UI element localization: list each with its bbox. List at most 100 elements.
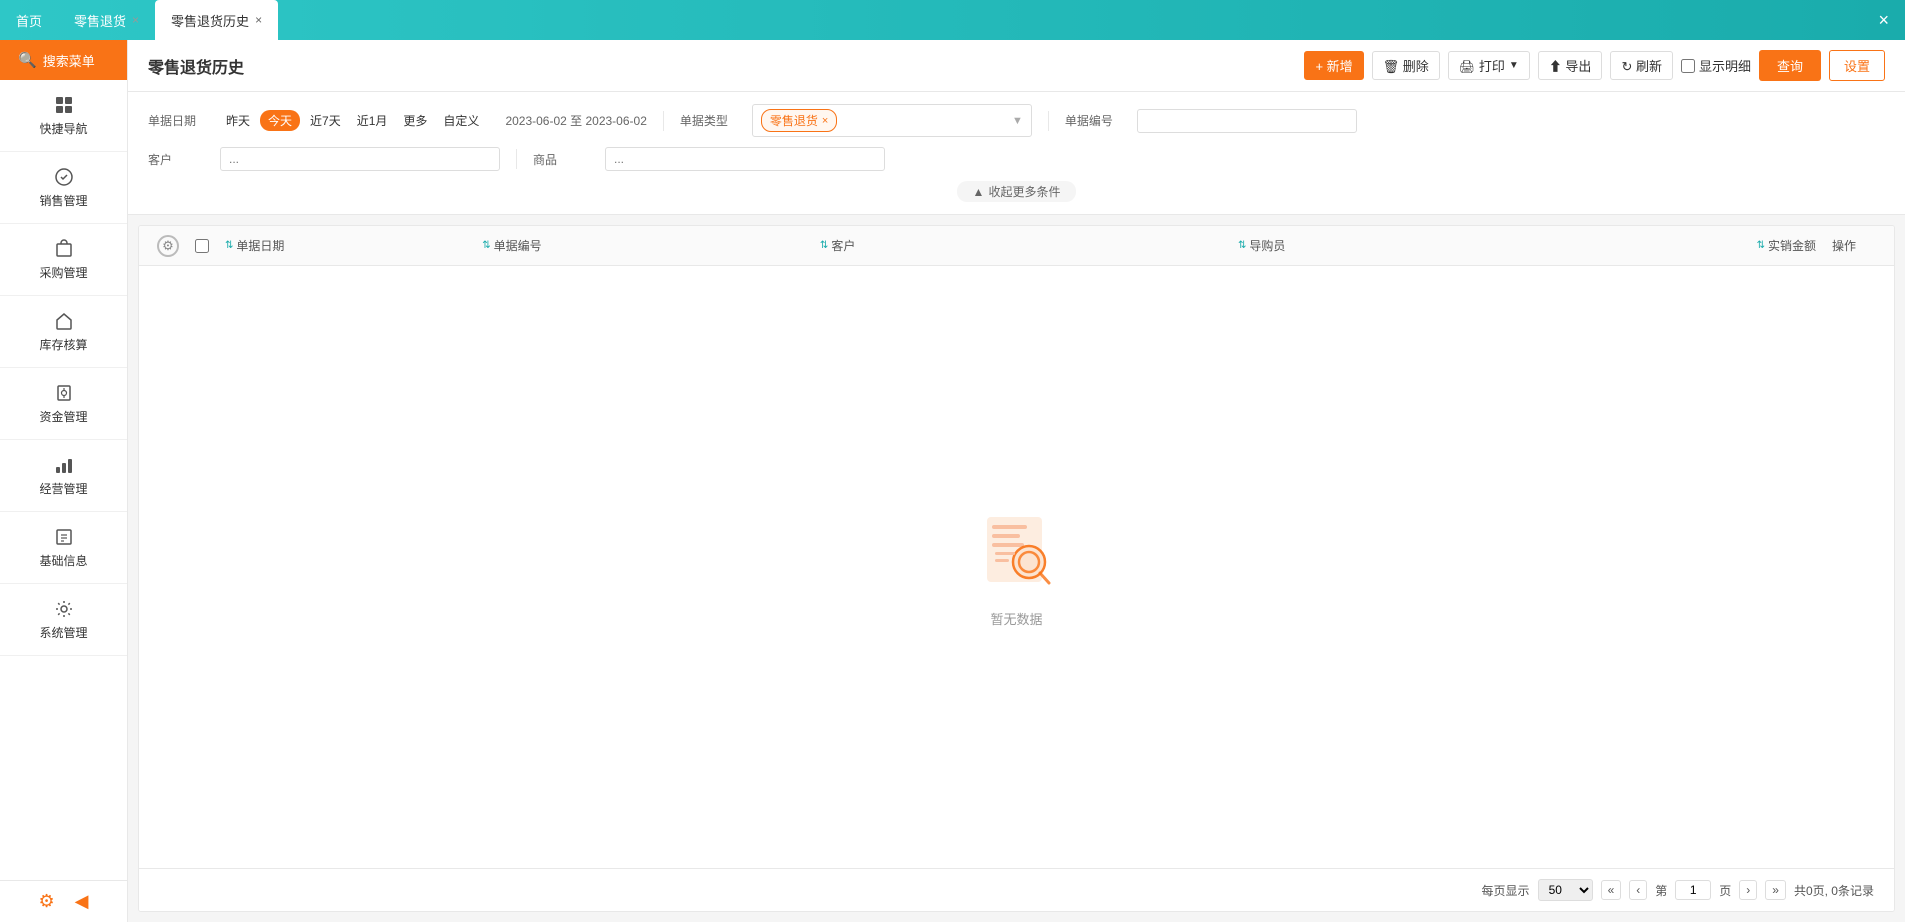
- display-detail-wrap: 显示明细: [1681, 56, 1751, 75]
- system-mgmt-icon: [53, 598, 75, 620]
- main-layout: 🔍 搜索菜单 快捷导航 销售管理 采购管理 库存核算: [0, 40, 1905, 922]
- date-opt-more[interactable]: 更多: [397, 110, 433, 131]
- filter-row-2: 客户 商品: [148, 147, 1885, 171]
- sidebar-search[interactable]: 🔍 搜索菜单: [0, 40, 127, 80]
- date-label: 单据日期: [148, 112, 204, 129]
- window-close-icon[interactable]: ×: [1878, 10, 1889, 31]
- bill-type-dropdown-icon: ▼: [1012, 115, 1023, 127]
- sidebar-item-inventory[interactable]: 库存核算: [0, 296, 127, 368]
- date-options: 昨天 今天 近7天 近1月 更多 自定义: [220, 110, 485, 131]
- date-opt-today[interactable]: 今天: [260, 110, 300, 131]
- date-opt-custom[interactable]: 自定义: [437, 110, 485, 131]
- display-detail-checkbox[interactable]: [1681, 59, 1695, 73]
- tab-retail-return-history-close[interactable]: ×: [255, 13, 262, 27]
- goods-input[interactable]: [605, 147, 885, 171]
- tab-retail-return-close[interactable]: ×: [132, 13, 139, 27]
- collapse-icon: ▲: [973, 185, 985, 199]
- date-opt-1month[interactable]: 近1月: [351, 110, 394, 131]
- pagination: 每页显示 50 10 20 100 « ‹ 第 页 › » 共0页, 0条记录: [139, 868, 1894, 911]
- filter-row-1: 单据日期 昨天 今天 近7天 近1月 更多 自定义 2023-06-02 至 2…: [148, 104, 1885, 137]
- sidebar-gear-icon[interactable]: ⚙: [39, 891, 55, 912]
- empty-state: 暂无数据: [967, 467, 1067, 668]
- operations-icon: [53, 454, 75, 476]
- th-customer[interactable]: ⇅ 客户: [812, 229, 1230, 262]
- bill-number-input[interactable]: [1137, 109, 1357, 133]
- sales-icon: [53, 166, 75, 188]
- basic-info-icon: [53, 526, 75, 548]
- table-body: 暂无数据: [139, 266, 1894, 868]
- page-first-button[interactable]: «: [1601, 880, 1622, 900]
- date-range: 2023-06-02 至 2023-06-02: [505, 112, 646, 129]
- th-action: 操作: [1824, 229, 1884, 262]
- page-header: 零售退货历史 + 新增 🗑 删除 🖨 打印 ▼ ⬆ 导出 ↻ 刷新 显示明细 查…: [128, 40, 1905, 92]
- bill-type-select[interactable]: 零售退货 × ▼: [752, 104, 1032, 137]
- purchase-icon: [53, 238, 75, 260]
- set-button[interactable]: 设置: [1829, 50, 1885, 81]
- add-button[interactable]: + 新增: [1304, 51, 1363, 80]
- top-bar: 首页 零售退货 × 零售退货历史 × ×: [0, 0, 1905, 40]
- print-button[interactable]: 🖨 打印 ▼: [1448, 51, 1530, 80]
- bill-number-label: 单据编号: [1065, 112, 1121, 129]
- tab-home[interactable]: 首页: [0, 0, 58, 40]
- sidebar-bottom: ⚙ ◀: [0, 880, 127, 922]
- tab-retail-return-history[interactable]: 零售退货历史 ×: [155, 0, 278, 40]
- sidebar-item-basic-info[interactable]: 基础信息: [0, 512, 127, 584]
- content-area: 零售退货历史 + 新增 🗑 删除 🖨 打印 ▼ ⬆ 导出 ↻ 刷新 显示明细 查…: [128, 40, 1905, 922]
- tab-retail-return[interactable]: 零售退货 ×: [58, 0, 155, 40]
- quick-nav-icon: [53, 94, 75, 116]
- bill-type-label: 单据类型: [680, 112, 736, 129]
- th-checkbox: [187, 231, 217, 261]
- filter-area: 单据日期 昨天 今天 近7天 近1月 更多 自定义 2023-06-02 至 2…: [128, 92, 1905, 215]
- th-gear: ⚙: [149, 227, 187, 265]
- sort-asc-icon: ⇅: [225, 240, 233, 251]
- page-title: 零售退货历史: [148, 54, 244, 78]
- print-dropdown-icon: ▼: [1509, 60, 1519, 71]
- sidebar: 🔍 搜索菜单 快捷导航 销售管理 采购管理 库存核算: [0, 40, 128, 922]
- date-opt-yesterday[interactable]: 昨天: [220, 110, 256, 131]
- divider-3: [516, 149, 517, 169]
- query-button[interactable]: 查询: [1759, 50, 1821, 81]
- search-icon: 🔍: [18, 51, 37, 69]
- th-guide[interactable]: ⇅ 导购员: [1230, 229, 1548, 262]
- th-amount[interactable]: ⇅ 实销金额: [1749, 229, 1824, 262]
- sidebar-item-operations[interactable]: 经营管理: [0, 440, 127, 512]
- sidebar-item-quick-nav[interactable]: 快捷导航: [0, 80, 127, 152]
- page-size-select[interactable]: 50 10 20 100: [1538, 879, 1593, 901]
- export-button[interactable]: ⬆ 导出: [1538, 51, 1603, 80]
- customer-label: 客户: [148, 151, 204, 168]
- page-next-button[interactable]: ›: [1739, 880, 1757, 900]
- empty-illustration: [967, 507, 1067, 597]
- divider-1: [663, 111, 664, 131]
- sort-asc-icon-4: ⇅: [1238, 240, 1246, 251]
- sidebar-item-sales-mgmt[interactable]: 销售管理: [0, 152, 127, 224]
- delete-button[interactable]: 🗑 删除: [1372, 51, 1440, 80]
- date-opt-7days[interactable]: 近7天: [304, 110, 347, 131]
- divider-2: [1048, 111, 1049, 131]
- page-input[interactable]: [1675, 880, 1711, 900]
- sidebar-collapse-icon[interactable]: ◀: [75, 891, 89, 912]
- collapse-row: ▲ 收起更多条件: [148, 181, 1885, 202]
- table-wrap: ⚙ ⇅ 单据日期 ⇅ 单据编号 ⇅ 客户 ⇅: [138, 225, 1895, 912]
- collapse-button[interactable]: ▲ 收起更多条件: [957, 181, 1077, 202]
- empty-text: 暂无数据: [990, 609, 1042, 628]
- sort-asc-icon-3: ⇅: [820, 240, 828, 251]
- page-prev-button[interactable]: ‹: [1629, 880, 1647, 900]
- inventory-icon: [53, 310, 75, 332]
- table-header: ⚙ ⇅ 单据日期 ⇅ 单据编号 ⇅ 客户 ⇅: [139, 226, 1894, 266]
- sort-asc-icon-2: ⇅: [482, 240, 490, 251]
- header-actions: + 新增 🗑 删除 🖨 打印 ▼ ⬆ 导出 ↻ 刷新 显示明细 查询 设置: [1304, 50, 1885, 81]
- sidebar-item-finance[interactable]: 资金管理: [0, 368, 127, 440]
- bill-type-tag: 零售退货 ×: [761, 109, 837, 132]
- bill-type-tag-close[interactable]: ×: [822, 115, 828, 127]
- sidebar-item-purchase-mgmt[interactable]: 采购管理: [0, 224, 127, 296]
- sidebar-item-system-mgmt[interactable]: 系统管理: [0, 584, 127, 656]
- goods-label: 商品: [533, 151, 589, 168]
- th-number[interactable]: ⇅ 单据编号: [474, 229, 812, 262]
- table-settings-icon[interactable]: ⚙: [157, 235, 179, 257]
- page-last-button[interactable]: »: [1765, 880, 1786, 900]
- refresh-button[interactable]: ↻ 刷新: [1610, 51, 1673, 80]
- table-select-all[interactable]: [195, 239, 209, 253]
- th-date[interactable]: ⇅ 单据日期: [217, 229, 474, 262]
- sort-asc-icon-5: ⇅: [1757, 240, 1765, 251]
- customer-input[interactable]: [220, 147, 500, 171]
